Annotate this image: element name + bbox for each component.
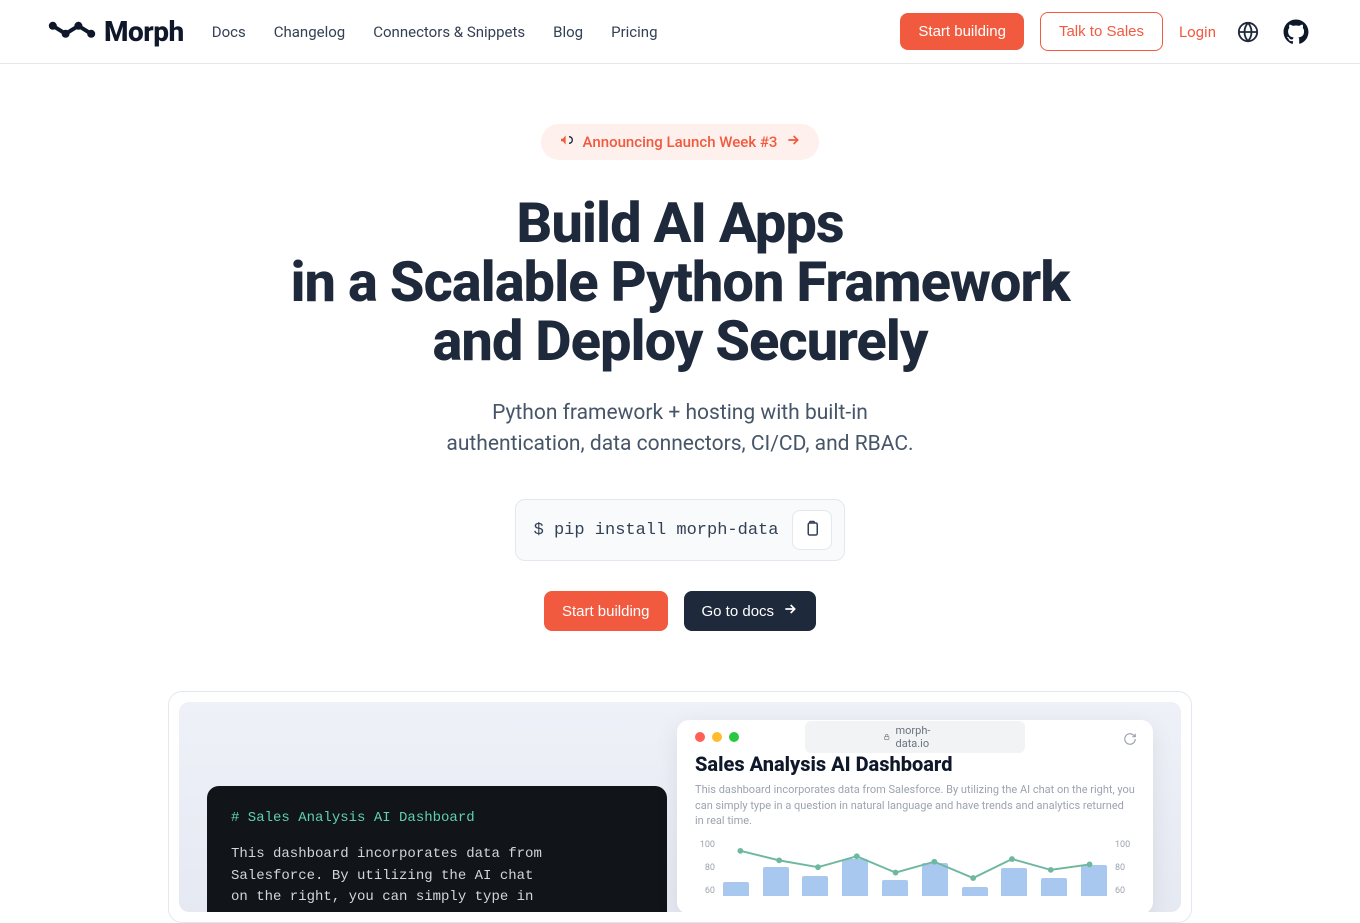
traffic-green-icon (729, 732, 739, 742)
trend-line (740, 851, 1089, 878)
announcement-pill[interactable]: Announcing Launch Week #3 (541, 124, 820, 160)
y-tick: 100 (1115, 840, 1135, 850)
traffic-lights: morph-data.io (695, 732, 1135, 742)
nav-link-connectors[interactable]: Connectors & Snippets (373, 23, 525, 41)
dashboard-title: Sales Analysis AI Dashboard (695, 752, 1135, 776)
language-icon[interactable] (1232, 16, 1264, 48)
code-panel: # Sales Analysis AI Dashboard This dashb… (207, 786, 667, 912)
nav-link-changelog[interactable]: Changelog (274, 23, 345, 41)
trend-point (931, 859, 937, 865)
announcement-text: Announcing Launch Week #3 (583, 133, 778, 151)
code-line: Salesforce. By utilizing the AI chat (231, 866, 643, 888)
y-tick: 60 (1115, 886, 1135, 896)
login-link[interactable]: Login (1179, 23, 1216, 41)
trend-point (1009, 857, 1015, 863)
mini-chart: 100 80 60 100 80 60 (695, 840, 1135, 896)
trend-point (737, 848, 743, 854)
code-heading: # Sales Analysis AI Dashboard (231, 808, 643, 830)
trend-point (970, 876, 976, 882)
nav-link-blog[interactable]: Blog (553, 23, 583, 41)
code-line: This dashboard incorporates data from (231, 844, 643, 866)
nav-links: Docs Changelog Connectors & Snippets Blo… (212, 23, 658, 41)
talk-to-sales-button[interactable]: Talk to Sales (1040, 12, 1163, 51)
hero-subtitle-line2: authentication, data connectors, CI/CD, … (446, 432, 913, 456)
github-icon[interactable] (1280, 16, 1312, 48)
install-command: $ pip install morph-data (534, 521, 779, 540)
y-tick: 100 (695, 840, 715, 850)
hero-subtitle: Python framework + hosting with built-in… (446, 398, 913, 459)
y-axis-left: 100 80 60 (695, 840, 715, 896)
go-to-docs-label: Go to docs (702, 603, 775, 620)
reload-icon (1123, 731, 1137, 750)
megaphone-icon (559, 132, 575, 152)
brand-logo[interactable]: Morph (48, 15, 184, 48)
nav-link-pricing[interactable]: Pricing (611, 23, 657, 41)
arrow-right-icon (782, 601, 798, 621)
chart-line (721, 840, 1109, 894)
code-line: on the right, you can simply type in (231, 887, 643, 909)
hero-title-line2: in a Scalable Python Framework (290, 249, 1069, 315)
hero-subtitle-line1: Python framework + hosting with built-in (492, 401, 868, 425)
nav-link-docs[interactable]: Docs (212, 23, 246, 41)
hero-start-building-button[interactable]: Start building (544, 591, 668, 631)
y-axis-right: 100 80 60 (1115, 840, 1135, 896)
trend-point (1048, 867, 1054, 873)
lock-icon (883, 732, 891, 742)
trend-point (893, 870, 899, 876)
arrow-right-icon (785, 132, 801, 152)
address-url: morph-data.io (896, 724, 947, 750)
y-tick: 80 (1115, 863, 1135, 873)
trend-point (1087, 862, 1093, 868)
go-to-docs-button[interactable]: Go to docs (684, 591, 817, 631)
y-tick: 80 (695, 863, 715, 873)
nav-right: Start building Talk to Sales Login (900, 12, 1312, 51)
address-bar: morph-data.io (805, 721, 1025, 753)
traffic-red-icon (695, 732, 705, 742)
hero-title-line1: Build AI Apps (516, 190, 843, 256)
dashboard-description: This dashboard incorporates data from Sa… (695, 782, 1135, 828)
navbar: Morph Docs Changelog Connectors & Snippe… (0, 0, 1360, 64)
hero-title: Build AI Apps in a Scalable Python Frame… (290, 194, 1069, 370)
y-tick: 60 (695, 886, 715, 896)
browser-panel: morph-data.io Sales Analysis AI Dashboar… (677, 720, 1153, 912)
hero-cta-row: Start building Go to docs (544, 591, 816, 631)
start-building-button[interactable]: Start building (900, 13, 1024, 50)
trend-point (815, 865, 821, 871)
nav-left: Morph Docs Changelog Connectors & Snippe… (48, 15, 658, 48)
install-box: $ pip install morph-data (515, 499, 846, 561)
traffic-yellow-icon (712, 732, 722, 742)
code-line: a question in natural language and (231, 909, 643, 912)
copy-button[interactable] (792, 510, 832, 550)
preview-inner: # Sales Analysis AI Dashboard This dashb… (179, 702, 1181, 912)
hero-title-line3: and Deploy Securely (432, 308, 927, 374)
brand-name: Morph (104, 15, 184, 48)
clipboard-icon (803, 520, 821, 541)
morph-logo-icon (48, 15, 96, 48)
preview-frame: # Sales Analysis AI Dashboard This dashb… (168, 691, 1192, 923)
hero-section: Announcing Launch Week #3 Build AI Apps … (0, 64, 1360, 631)
